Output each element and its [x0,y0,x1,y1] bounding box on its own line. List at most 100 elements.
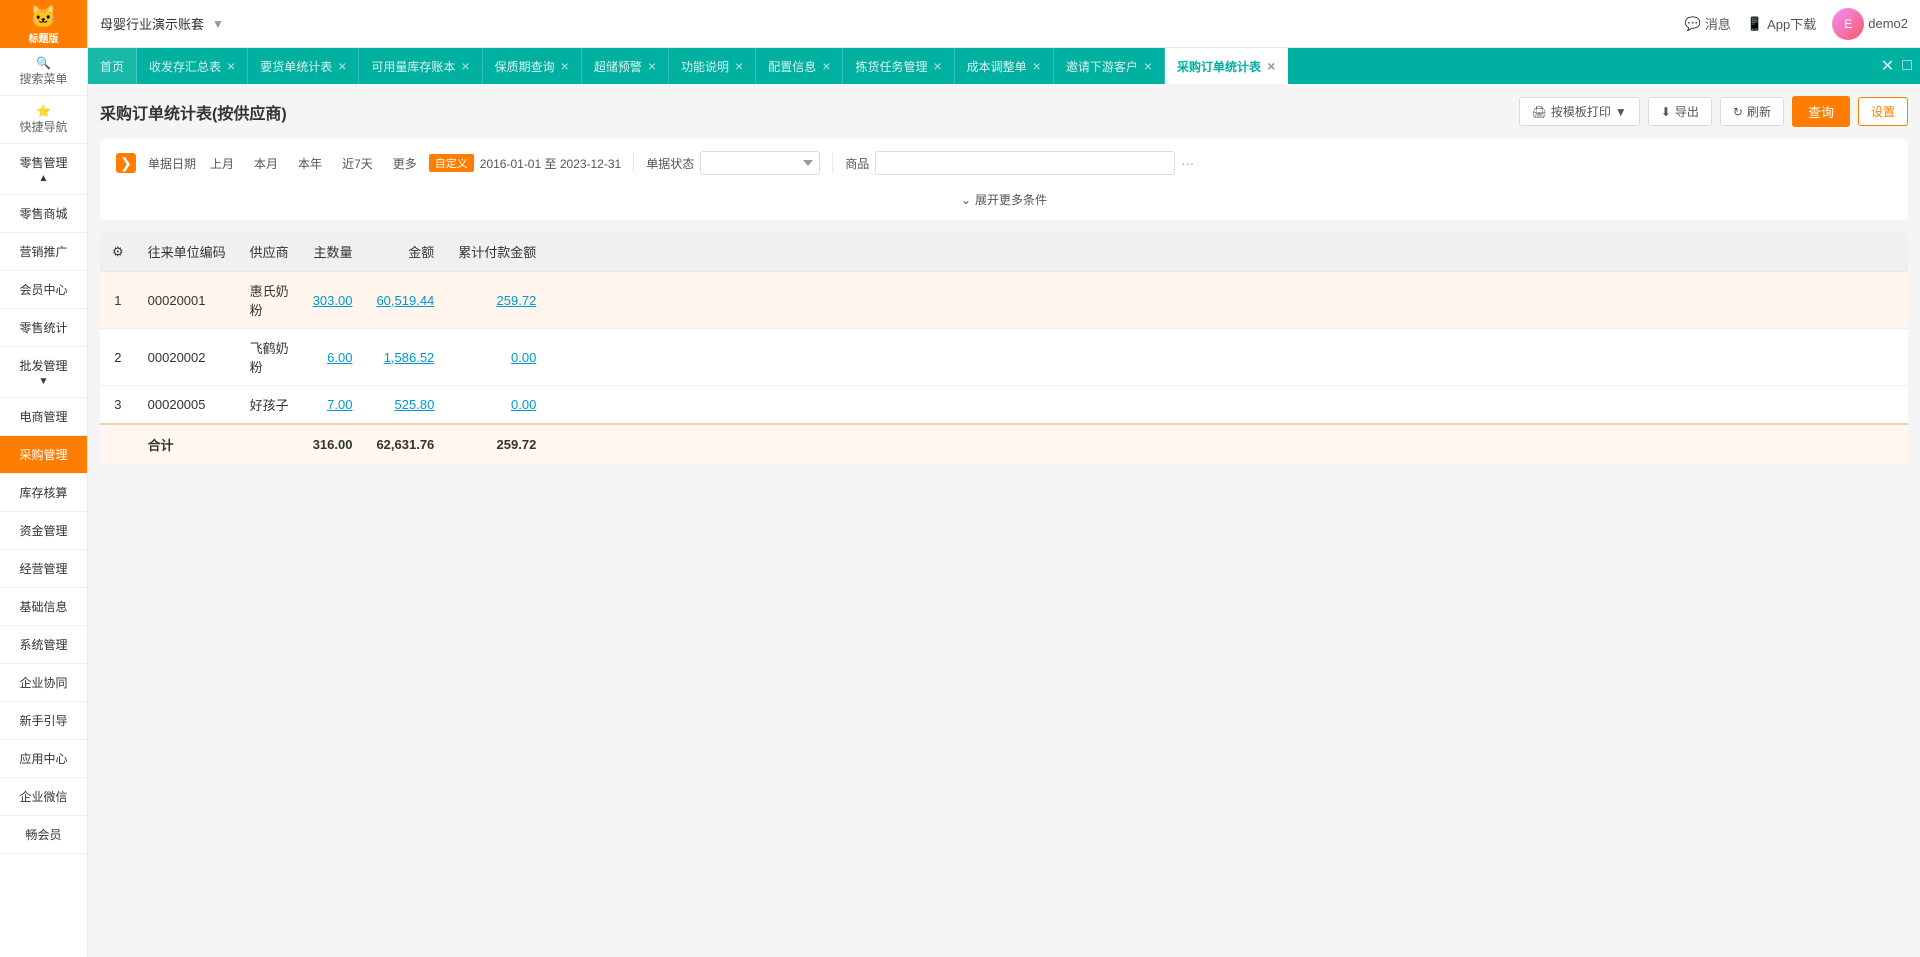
tab-warranty-close[interactable]: × [561,58,569,74]
row-quantity[interactable]: 303.00 [301,272,365,329]
date-btn-this-month[interactable]: 本月 [246,153,286,174]
settings-button[interactable]: 设置 [1858,97,1908,126]
row-extra [548,329,1908,386]
th-settings[interactable]: ⚙ [100,232,136,272]
row-paid[interactable]: 259.72 [446,272,548,329]
download-icon: 📱 [1747,16,1763,32]
tab-inventory-book-label: 可用量库存账本 [371,58,455,75]
filter-divider-2 [832,153,833,173]
tab-purchase-order-stat-label: 采购订单统计表 [1177,58,1261,75]
date-filter-label: 单据日期 [148,155,196,172]
row-code: 00020001 [136,272,238,329]
tab-receive-pay-close[interactable]: × [227,58,235,74]
tab-cost-adjust-close[interactable]: × [1033,58,1041,74]
app-download-button[interactable]: 📱 App下载 [1747,14,1816,33]
row-quantity[interactable]: 6.00 [301,329,365,386]
sidebar-item-marketing[interactable]: 营销推广 [0,233,87,271]
tab-bar-actions: ✕ □ [1873,56,1920,76]
tab-overstock[interactable]: 超储预警 × [582,48,669,84]
tab-home[interactable]: 首页 [88,48,137,84]
sidebar-item-wholesale[interactable]: 批发管理 ▼ [0,347,87,398]
tab-function-desc-close[interactable]: × [735,58,743,74]
date-btn-7days[interactable]: 近7天 [334,153,381,174]
footer-empty [238,424,301,464]
sidebar-item-search[interactable]: 🔍 搜索菜单 [0,48,87,96]
query-button[interactable]: 查询 [1792,96,1850,127]
message-label: 消息 [1705,14,1731,33]
sidebar-item-quick-nav[interactable]: ⭐ 快捷导航 [0,96,87,144]
sidebar-item-purchase[interactable]: 采购管理 [0,436,87,474]
expand-more-conditions[interactable]: ⌄ 展开更多条件 [116,191,1892,208]
custom-date-badge[interactable]: 自定义 [429,154,474,172]
purchase-label: 采购管理 [19,446,67,463]
row-index: 2 [100,329,136,386]
sidebar-item-enterprise-wechat[interactable]: 企业微信 [0,778,87,816]
tab-close-all-button[interactable]: ✕ [1881,56,1894,76]
sidebar-item-retail-stat[interactable]: 零售统计 [0,309,87,347]
tab-cost-adjust[interactable]: 成本调整单 × [955,48,1054,84]
tab-restore-button[interactable]: □ [1902,57,1912,75]
goods-filter-input[interactable] [875,151,1175,175]
row-paid[interactable]: 0.00 [446,329,548,386]
sidebar-item-basic-info[interactable]: 基础信息 [0,588,87,626]
sidebar-item-app-center[interactable]: 应用中心 [0,740,87,778]
tab-inventory-book[interactable]: 可用量库存账本 × [359,48,482,84]
tab-config-info-label: 配置信息 [768,58,816,75]
message-button[interactable]: 💬 消息 [1685,14,1731,33]
filter-expand-toggle[interactable]: ❯ [116,153,136,173]
sidebar-item-system[interactable]: 系统管理 [0,626,87,664]
footer-label: 合计 [136,424,238,464]
tab-overstock-close[interactable]: × [648,58,656,74]
workspace-dropdown-icon[interactable]: ▼ [212,17,224,31]
retail-store-label: 零售商城 [19,205,67,222]
row-amount[interactable]: 1,586.52 [364,329,446,386]
enterprise-wechat-label: 企业微信 [19,788,67,805]
filter-status-item: 单据状态 [646,151,820,175]
app-logo: 🐱 标题版 [0,0,87,48]
filter-divider [633,153,634,173]
tab-function-desc[interactable]: 功能说明 × [669,48,756,84]
date-btn-last-month[interactable]: 上月 [202,153,242,174]
footer-amount: 62,631.76 [364,424,446,464]
tab-invite-downstream-close[interactable]: × [1144,58,1152,74]
sidebar-item-member[interactable]: 会员中心 [0,271,87,309]
sidebar-item-operation[interactable]: 经营管理 [0,550,87,588]
row-amount[interactable]: 525.80 [364,386,446,425]
row-amount[interactable]: 60,519.44 [364,272,446,329]
tab-purchase-stat-close[interactable]: × [338,58,346,74]
tab-receive-pay-label: 收发存汇总表 [149,58,221,75]
sidebar-item-ecommerce[interactable]: 电商管理 [0,398,87,436]
message-icon: 💬 [1685,16,1701,32]
column-settings-icon[interactable]: ⚙ [112,244,124,259]
tab-invite-downstream[interactable]: 邀请下游客户 × [1054,48,1165,84]
status-filter-select[interactable] [700,151,820,175]
tab-pick-task[interactable]: 拣货任务管理 × [843,48,954,84]
tab-warranty[interactable]: 保质期查询 × [483,48,582,84]
tab-purchase-order-stat-close[interactable]: × [1267,58,1275,74]
sidebar-item-new-guide[interactable]: 新手引导 [0,702,87,740]
sidebar-item-retail-store[interactable]: 零售商城 [0,195,87,233]
date-btn-this-year[interactable]: 本年 [290,153,330,174]
date-btn-more[interactable]: 更多 [385,153,425,174]
tab-config-info[interactable]: 配置信息 × [756,48,843,84]
tab-overstock-label: 超储预警 [594,58,642,75]
print-button[interactable]: 🖨 按模板打印 ▼ [1519,97,1640,126]
refresh-button[interactable]: ↻ 刷新 [1720,97,1784,126]
tab-receive-pay[interactable]: 收发存汇总表 × [137,48,248,84]
sidebar-item-finance[interactable]: 资金管理 [0,512,87,550]
tab-purchase-stat[interactable]: 要货单统计表 × [248,48,359,84]
tab-purchase-order-stat[interactable]: 采购订单统计表 × [1165,48,1288,84]
tab-config-info-close[interactable]: × [822,58,830,74]
tab-inventory-book-close[interactable]: × [461,58,469,74]
marketing-label: 营销推广 [19,243,67,260]
row-paid[interactable]: 0.00 [446,386,548,425]
export-button[interactable]: ⬇ 导出 [1648,97,1712,126]
sidebar-item-member2[interactable]: 畅会员 [0,816,87,854]
tab-pick-task-close[interactable]: × [933,58,941,74]
sidebar-item-retail-manage[interactable]: 零售管理 ▲ [0,144,87,195]
user-profile[interactable]: E demo2 [1832,8,1908,40]
row-quantity[interactable]: 7.00 [301,386,365,425]
sidebar-item-enterprise-collab[interactable]: 企业协同 [0,664,87,702]
goods-more-icon[interactable]: ··· [1181,156,1194,171]
sidebar-item-inventory[interactable]: 库存核算 [0,474,87,512]
